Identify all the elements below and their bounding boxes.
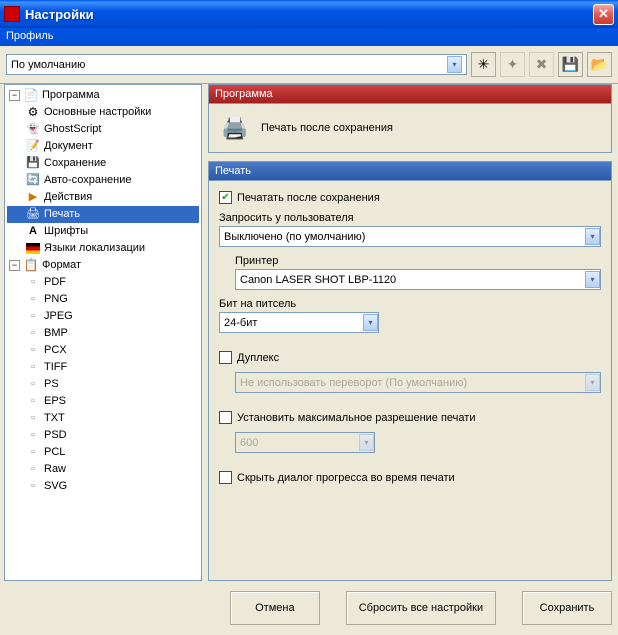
tree-item-png[interactable]: PNG [7, 291, 199, 308]
tree-item-languages[interactable]: Языки локализации [7, 240, 199, 257]
tree-root-programma[interactable]: − Программа [7, 87, 199, 104]
settings-tree[interactable]: − Программа Основные настройки GhostScri… [4, 84, 202, 581]
chevron-down-icon: ▾ [363, 314, 378, 331]
file-icon [25, 445, 41, 460]
section-body: ✔ Печатать после сохранения Запросить у … [208, 181, 612, 581]
profile-label: Профиль [0, 28, 618, 46]
chevron-down-icon: ▾ [359, 434, 374, 451]
tree-item-tiff[interactable]: TIFF [7, 359, 199, 376]
file-icon [25, 309, 41, 324]
save-profile-button[interactable]: 💾 [558, 52, 583, 77]
tree-item-pcl[interactable]: PCL [7, 444, 199, 461]
tree-item-psd[interactable]: PSD [7, 427, 199, 444]
delete-profile-button[interactable]: ✖ [529, 52, 554, 77]
button-row: Отмена Сбросить все настройки Сохранить [0, 581, 618, 635]
title-bar: Настройки ✕ [0, 0, 618, 28]
chevron-down-icon: ▾ [585, 374, 600, 391]
chevron-down-icon: ▾ [585, 228, 600, 245]
collapse-icon[interactable]: − [9, 90, 20, 101]
ghost-icon [25, 122, 41, 137]
section-title: Печать [208, 161, 612, 181]
chevron-down-icon: ▾ [447, 56, 462, 73]
file-icon [25, 292, 41, 307]
checkbox-icon [219, 471, 232, 484]
close-button[interactable]: ✕ [593, 4, 614, 25]
save-button[interactable]: Сохранить [522, 591, 612, 625]
bpp-label: Бит на питсель [219, 298, 601, 310]
printer-label: Принтер [235, 255, 601, 267]
tree-item-actions[interactable]: Действия [7, 189, 199, 206]
tree-item-jpeg[interactable]: JPEG [7, 308, 199, 325]
font-icon [25, 224, 41, 239]
panel-description: Печать после сохранения [261, 122, 393, 134]
file-icon [25, 479, 41, 494]
file-icon [25, 275, 41, 290]
autosave-icon [25, 173, 41, 188]
tree-item-eps[interactable]: EPS [7, 393, 199, 410]
program-icon [23, 88, 39, 103]
window-title: Настройки [25, 7, 593, 22]
open-folder-button[interactable]: 📂 [587, 52, 612, 77]
gear-icon [25, 105, 41, 120]
tree-item-raw[interactable]: Raw [7, 461, 199, 478]
tree-item-print[interactable]: Печать [7, 206, 199, 223]
print-after-save-checkbox[interactable]: ✔ Печатать после сохранения [219, 191, 601, 204]
tree-item-pdf[interactable]: PDF [7, 274, 199, 291]
checkbox-icon: ✔ [219, 191, 232, 204]
checkbox-icon [219, 351, 232, 364]
file-icon [25, 411, 41, 426]
tree-item-svg[interactable]: SVG [7, 478, 199, 495]
panel-header: Программа [208, 84, 612, 104]
tree-root-format[interactable]: − Формат [7, 257, 199, 274]
ask-user-label: Запросить у пользователя [219, 212, 601, 224]
document-icon [25, 139, 41, 154]
tree-item-autosave[interactable]: Авто-сохранение [7, 172, 199, 189]
bpp-select[interactable]: 24-бит ▾ [219, 312, 379, 333]
tree-item-txt[interactable]: TXT [7, 410, 199, 427]
printer-select[interactable]: Canon LASER SHOT LBP-1120 ▾ [235, 269, 601, 290]
tree-item-basic[interactable]: Основные настройки [7, 104, 199, 121]
file-icon [25, 326, 41, 341]
file-icon [25, 394, 41, 409]
tree-item-document[interactable]: Документ [7, 138, 199, 155]
tree-item-pcx[interactable]: PCX [7, 342, 199, 359]
duplex-checkbox[interactable]: Дуплекс [219, 351, 601, 364]
tree-item-fonts[interactable]: Шрифты [7, 223, 199, 240]
tree-item-ghostscript[interactable]: GhostScript [7, 121, 199, 138]
duplex-select: Не использовать переворот (По умолчанию)… [235, 372, 601, 393]
tree-item-ps[interactable]: PS [7, 376, 199, 393]
app-icon [4, 6, 20, 22]
reset-button[interactable]: Сбросить все настройки [346, 591, 496, 625]
toolbar: По умолчанию ▾ ✳ ✦ ✖ 💾 📂 [0, 46, 618, 84]
actions-icon [25, 190, 41, 205]
add-profile-button[interactable]: ✳ [471, 52, 496, 77]
file-icon [25, 377, 41, 392]
profile-select[interactable]: По умолчанию ▾ [6, 54, 467, 75]
main-panel: Программа 🖨️ Печать после сохранения Печ… [206, 84, 618, 581]
printer-large-icon: 🖨️ [219, 114, 251, 142]
file-icon [25, 343, 41, 358]
file-icon [25, 462, 41, 477]
chevron-down-icon: ▾ [585, 271, 600, 288]
flag-icon [25, 241, 41, 256]
print-icon [25, 207, 41, 222]
collapse-icon[interactable]: − [9, 260, 20, 271]
ask-user-select[interactable]: Выключено (по умолчанию) ▾ [219, 226, 601, 247]
maxres-checkbox[interactable]: Установить максимальное разрешение печат… [219, 411, 601, 424]
tool-button-2[interactable]: ✦ [500, 52, 525, 77]
maxres-select: 600 ▾ [235, 432, 375, 453]
format-icon [23, 258, 39, 273]
checkbox-icon [219, 411, 232, 424]
hide-progress-checkbox[interactable]: Скрыть диалог прогресса во время печати [219, 471, 601, 484]
save-icon [25, 156, 41, 171]
tree-item-save[interactable]: Сохранение [7, 155, 199, 172]
tree-item-bmp[interactable]: BMP [7, 325, 199, 342]
file-icon [25, 360, 41, 375]
profile-selected: По умолчанию [11, 59, 85, 71]
file-icon [25, 428, 41, 443]
panel-header-body: 🖨️ Печать после сохранения [208, 104, 612, 153]
cancel-button[interactable]: Отмена [230, 591, 320, 625]
